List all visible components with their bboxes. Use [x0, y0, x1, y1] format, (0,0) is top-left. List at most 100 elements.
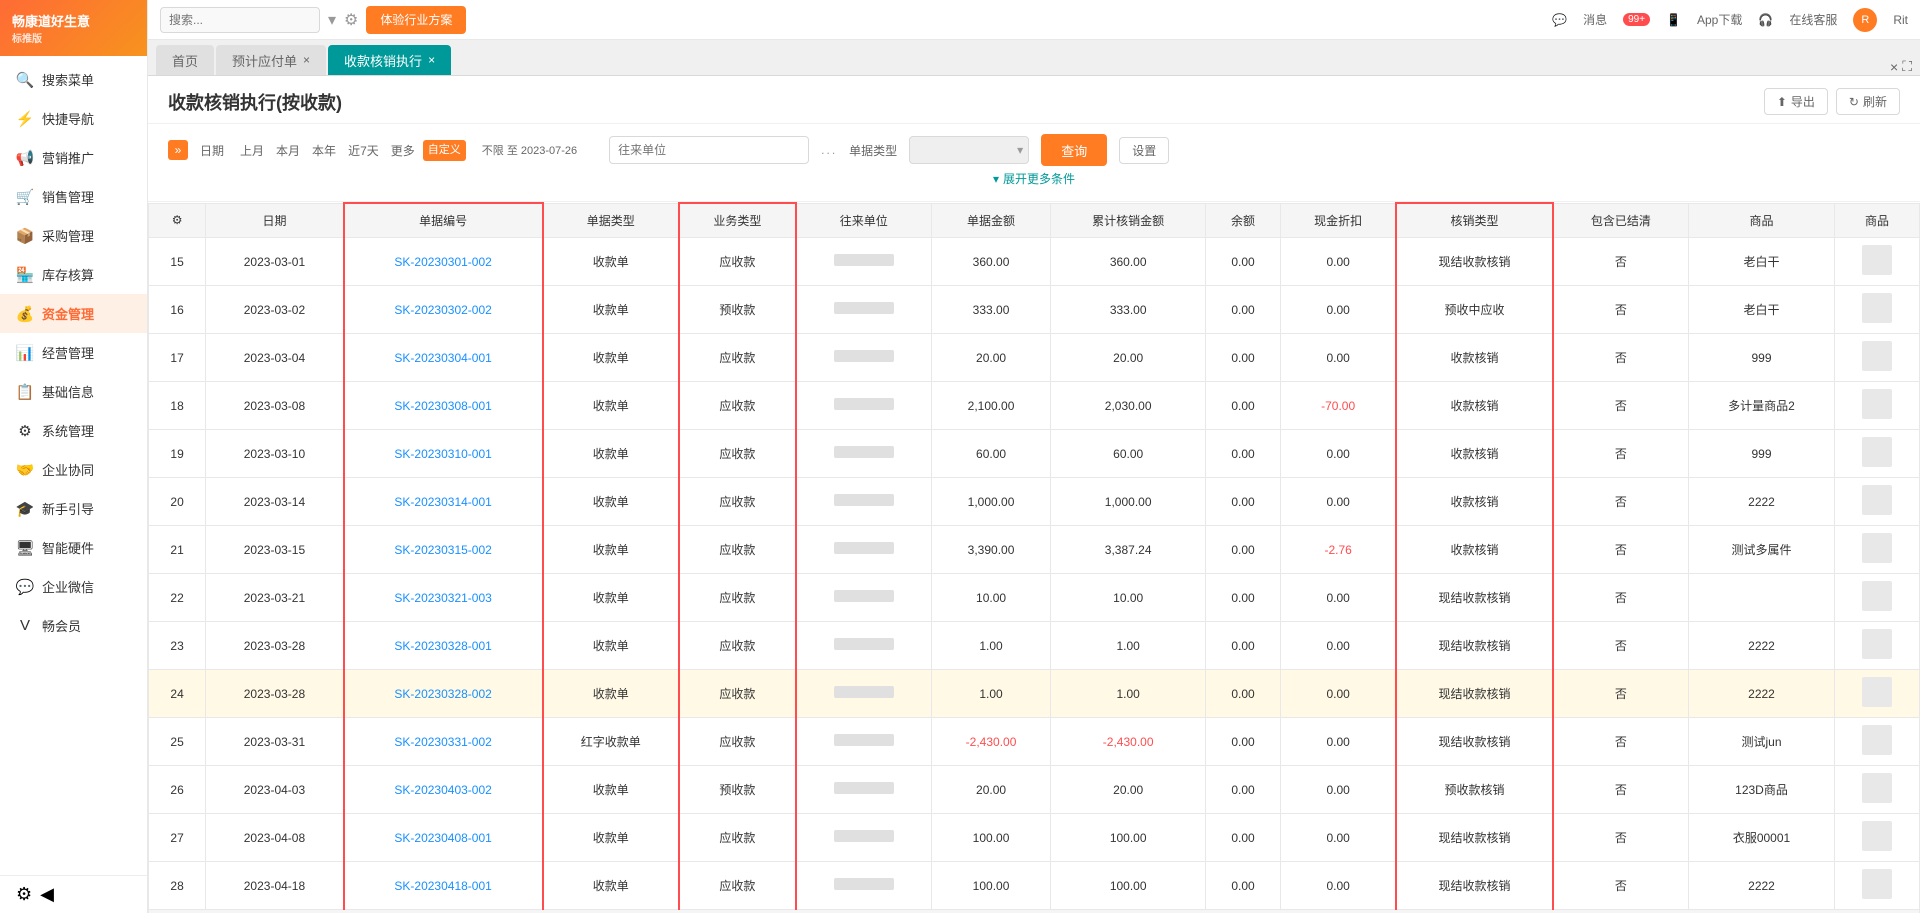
tab-prepay-label: 预计应付单 [232, 51, 297, 70]
th-amount[interactable]: 单据金额 [931, 203, 1050, 238]
cell-code[interactable]: SK-20230418-001 [344, 862, 543, 910]
cell-code[interactable]: SK-20230310-001 [344, 430, 543, 478]
tab-collection[interactable]: 收款核销执行 × [328, 45, 451, 75]
tab-home[interactable]: 首页 [156, 45, 214, 75]
cell-code[interactable]: SK-20230308-001 [344, 382, 543, 430]
this-month-btn[interactable]: 本月 [272, 140, 304, 161]
app-download-icon: 📱 [1666, 13, 1681, 27]
th-goods2[interactable]: 商品 [1835, 203, 1920, 238]
sidebar-item-企业协同[interactable]: 🤝企业协同 [0, 450, 147, 489]
dropdown-icon[interactable]: ▾ [328, 10, 336, 30]
app-download-label[interactable]: App下载 [1697, 11, 1742, 28]
this-year-btn[interactable]: 本年 [308, 140, 340, 161]
sidebar-item-库存核算[interactable]: 🏪库存核算 [0, 255, 147, 294]
industry-solution-btn[interactable]: 体验行业方案 [366, 6, 466, 34]
sidebar-item-企业微信[interactable]: 💬企业微信 [0, 567, 147, 606]
messages-label[interactable]: 消息 [1583, 11, 1607, 28]
code-link[interactable]: SK-20230308-001 [394, 399, 491, 413]
cell-code[interactable]: SK-20230315-002 [344, 526, 543, 574]
cell-code[interactable]: SK-20230314-001 [344, 478, 543, 526]
code-link[interactable]: SK-20230408-001 [394, 831, 491, 845]
code-link[interactable]: SK-20230301-002 [394, 255, 491, 269]
code-link[interactable]: SK-20230328-002 [394, 687, 491, 701]
sidebar-item-系统管理[interactable]: ⚙系统管理 [0, 411, 147, 450]
sidebar-item-营销推广[interactable]: 📢营销推广 [0, 138, 147, 177]
th-type[interactable]: 单据类型 [543, 203, 680, 238]
filter-toggle-btn[interactable]: » [168, 140, 188, 160]
code-link[interactable]: SK-20230328-001 [394, 639, 491, 653]
sidebar-item-搜索菜单[interactable]: 🔍搜索菜单 [0, 60, 147, 99]
code-link[interactable]: SK-20230314-001 [394, 495, 491, 509]
cell-code[interactable]: SK-20230321-003 [344, 574, 543, 622]
code-link[interactable]: SK-20230331-002 [394, 735, 491, 749]
cell-code[interactable]: SK-20230301-002 [344, 238, 543, 286]
sidebar-item-销售管理[interactable]: 🛒销售管理 [0, 177, 147, 216]
date-filter-label: 日期 [200, 142, 224, 159]
th-included[interactable]: 包含已结清 [1553, 203, 1689, 238]
online-service-label[interactable]: 在线客服 [1789, 11, 1837, 28]
th-verif-type[interactable]: 核销类型 [1396, 203, 1553, 238]
more-date-btn[interactable]: 更多 [387, 140, 419, 161]
cell-goods2 [1835, 478, 1920, 526]
sidebar-item-快捷导航[interactable]: ⚡快捷导航 [0, 99, 147, 138]
cell-verif-type: 现结收款核销 [1396, 238, 1553, 286]
th-discount[interactable]: 现金折扣 [1281, 203, 1397, 238]
th-goods1[interactable]: 商品 [1689, 203, 1835, 238]
code-link[interactable]: SK-20230315-002 [394, 543, 491, 557]
settings-col-icon: ⚙ [172, 213, 183, 227]
collapse-icon[interactable]: ◀ [40, 884, 54, 905]
cell-discount: 0.00 [1281, 334, 1397, 382]
th-date[interactable]: 日期 [206, 203, 344, 238]
refresh-btn[interactable]: ↻ 刷新 [1836, 88, 1900, 115]
total-label: 合计 [149, 910, 1920, 913]
th-biz-type[interactable]: 业务类型 [679, 203, 796, 238]
code-link[interactable]: SK-20230310-001 [394, 447, 491, 461]
tab-collection-close[interactable]: × [428, 53, 435, 67]
cell-no: 18 [149, 382, 206, 430]
voucher-type-select[interactable] [909, 136, 1029, 164]
cell-code[interactable]: SK-20230302-002 [344, 286, 543, 334]
tab-close-window-btn[interactable]: × [1890, 58, 1898, 75]
username[interactable]: Rit [1893, 13, 1908, 27]
cell-code[interactable]: SK-20230328-002 [344, 670, 543, 718]
expand-more-btn[interactable]: ▾ 展开更多条件 [993, 170, 1075, 187]
cell-code[interactable]: SK-20230328-001 [344, 622, 543, 670]
sidebar-item-畅会员[interactable]: V畅会员 [0, 606, 147, 645]
code-link[interactable]: SK-20230321-003 [394, 591, 491, 605]
cell-code[interactable]: SK-20230331-002 [344, 718, 543, 766]
custom-date-tag[interactable]: 自定义 [423, 140, 466, 161]
th-code[interactable]: 单据编号 [344, 203, 543, 238]
cell-code[interactable]: SK-20230408-001 [344, 814, 543, 862]
export-btn[interactable]: ⬆ 导出 [1764, 88, 1828, 115]
tab-prepay[interactable]: 预计应付单 × [216, 45, 326, 75]
set-btn[interactable]: 设置 [1119, 137, 1169, 164]
sidebar-item-新手引导[interactable]: 🎓新手引导 [0, 489, 147, 528]
th-balance[interactable]: 余额 [1206, 203, 1281, 238]
sidebar-item-智能硬件[interactable]: 🖥智能硬件 [0, 528, 147, 567]
prev-month-btn[interactable]: 上月 [236, 140, 268, 161]
cell-code[interactable]: SK-20230304-001 [344, 334, 543, 382]
th-partner[interactable]: 往来单位 [796, 203, 932, 238]
code-link[interactable]: SK-20230403-002 [394, 783, 491, 797]
settings-icon[interactable]: ⚙ [16, 884, 32, 905]
partner-filter-input[interactable] [609, 136, 809, 164]
query-btn[interactable]: 查询 [1041, 134, 1107, 166]
last-7days-btn[interactable]: 近7天 [344, 140, 383, 161]
th-settings[interactable]: ⚙ [149, 203, 206, 238]
cell-date: 2023-03-28 [206, 670, 344, 718]
sidebar-item-基础信息[interactable]: 📋基础信息 [0, 372, 147, 411]
gear-settings-icon[interactable]: ⚙ [344, 10, 358, 30]
cell-amount: 100.00 [931, 814, 1050, 862]
cell-code[interactable]: SK-20230403-002 [344, 766, 543, 814]
tab-expand-btn[interactable]: ⛶ [1902, 58, 1912, 75]
table-wrapper[interactable]: ⚙ 日期 单据编号 单据类型 业务类型 往来单位 单据金额 累计核销金额 余额 … [148, 202, 1920, 913]
tab-prepay-close[interactable]: × [303, 53, 310, 67]
sidebar-item-经营管理[interactable]: 📊经营管理 [0, 333, 147, 372]
code-link[interactable]: SK-20230418-001 [394, 879, 491, 893]
search-input[interactable] [160, 7, 320, 33]
sidebar-item-采购管理[interactable]: 📦采购管理 [0, 216, 147, 255]
code-link[interactable]: SK-20230302-002 [394, 303, 491, 317]
th-verif-amount[interactable]: 累计核销金额 [1051, 203, 1206, 238]
sidebar-item-资金管理[interactable]: 💰资金管理 [0, 294, 147, 333]
code-link[interactable]: SK-20230304-001 [394, 351, 491, 365]
